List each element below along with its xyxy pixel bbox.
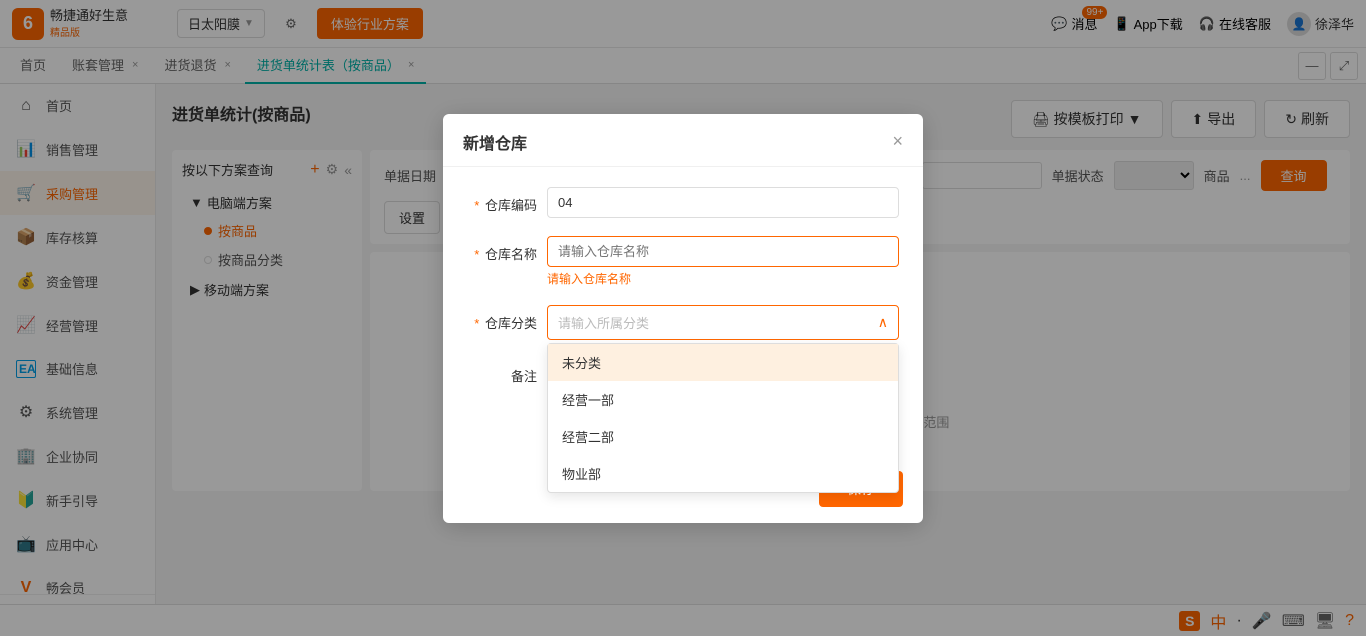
category-select[interactable]: 请输入所属分类 ∧ bbox=[547, 305, 899, 340]
name-field: 请输入仓库名称 bbox=[547, 236, 899, 287]
modal-body: * 仓库编码 * 仓库名称 请输入仓库名称 bbox=[443, 167, 923, 459]
warehouse-code-input[interactable] bbox=[547, 187, 899, 218]
warehouse-name-input[interactable] bbox=[547, 236, 899, 267]
category-label: * 仓库分类 bbox=[467, 305, 547, 332]
modal-overlay: 新增仓库 × * 仓库编码 * 仓库名称 bbox=[0, 0, 1366, 636]
modal-close-button[interactable]: × bbox=[892, 131, 903, 152]
category-placeholder: 请输入所属分类 bbox=[558, 313, 649, 332]
chevron-up-icon: ∧ bbox=[878, 314, 888, 331]
category-field: 请输入所属分类 ∧ 未分类 经营一部 经营二部 bbox=[547, 305, 899, 340]
new-warehouse-modal: 新增仓库 × * 仓库编码 * 仓库名称 bbox=[443, 114, 923, 523]
code-field bbox=[547, 187, 899, 218]
note-label: 备注 bbox=[467, 358, 547, 385]
form-row-category: * 仓库分类 请输入所属分类 ∧ 未分类 经营一部 bbox=[467, 305, 899, 340]
form-row-name: * 仓库名称 请输入仓库名称 bbox=[467, 236, 899, 287]
modal-title: 新增仓库 bbox=[463, 130, 527, 154]
code-label: * 仓库编码 bbox=[467, 187, 547, 214]
form-row-code: * 仓库编码 bbox=[467, 187, 899, 218]
dropdown-item-3[interactable]: 物业部 bbox=[548, 455, 898, 492]
name-error-msg: 请输入仓库名称 bbox=[547, 270, 899, 287]
dropdown-item-0[interactable]: 未分类 bbox=[548, 344, 898, 381]
dropdown-item-2[interactable]: 经营二部 bbox=[548, 418, 898, 455]
category-dropdown: 未分类 经营一部 经营二部 物业部 bbox=[547, 343, 899, 493]
name-label: * 仓库名称 bbox=[467, 236, 547, 263]
dropdown-item-1[interactable]: 经营一部 bbox=[548, 381, 898, 418]
modal-header: 新增仓库 × bbox=[443, 114, 923, 167]
